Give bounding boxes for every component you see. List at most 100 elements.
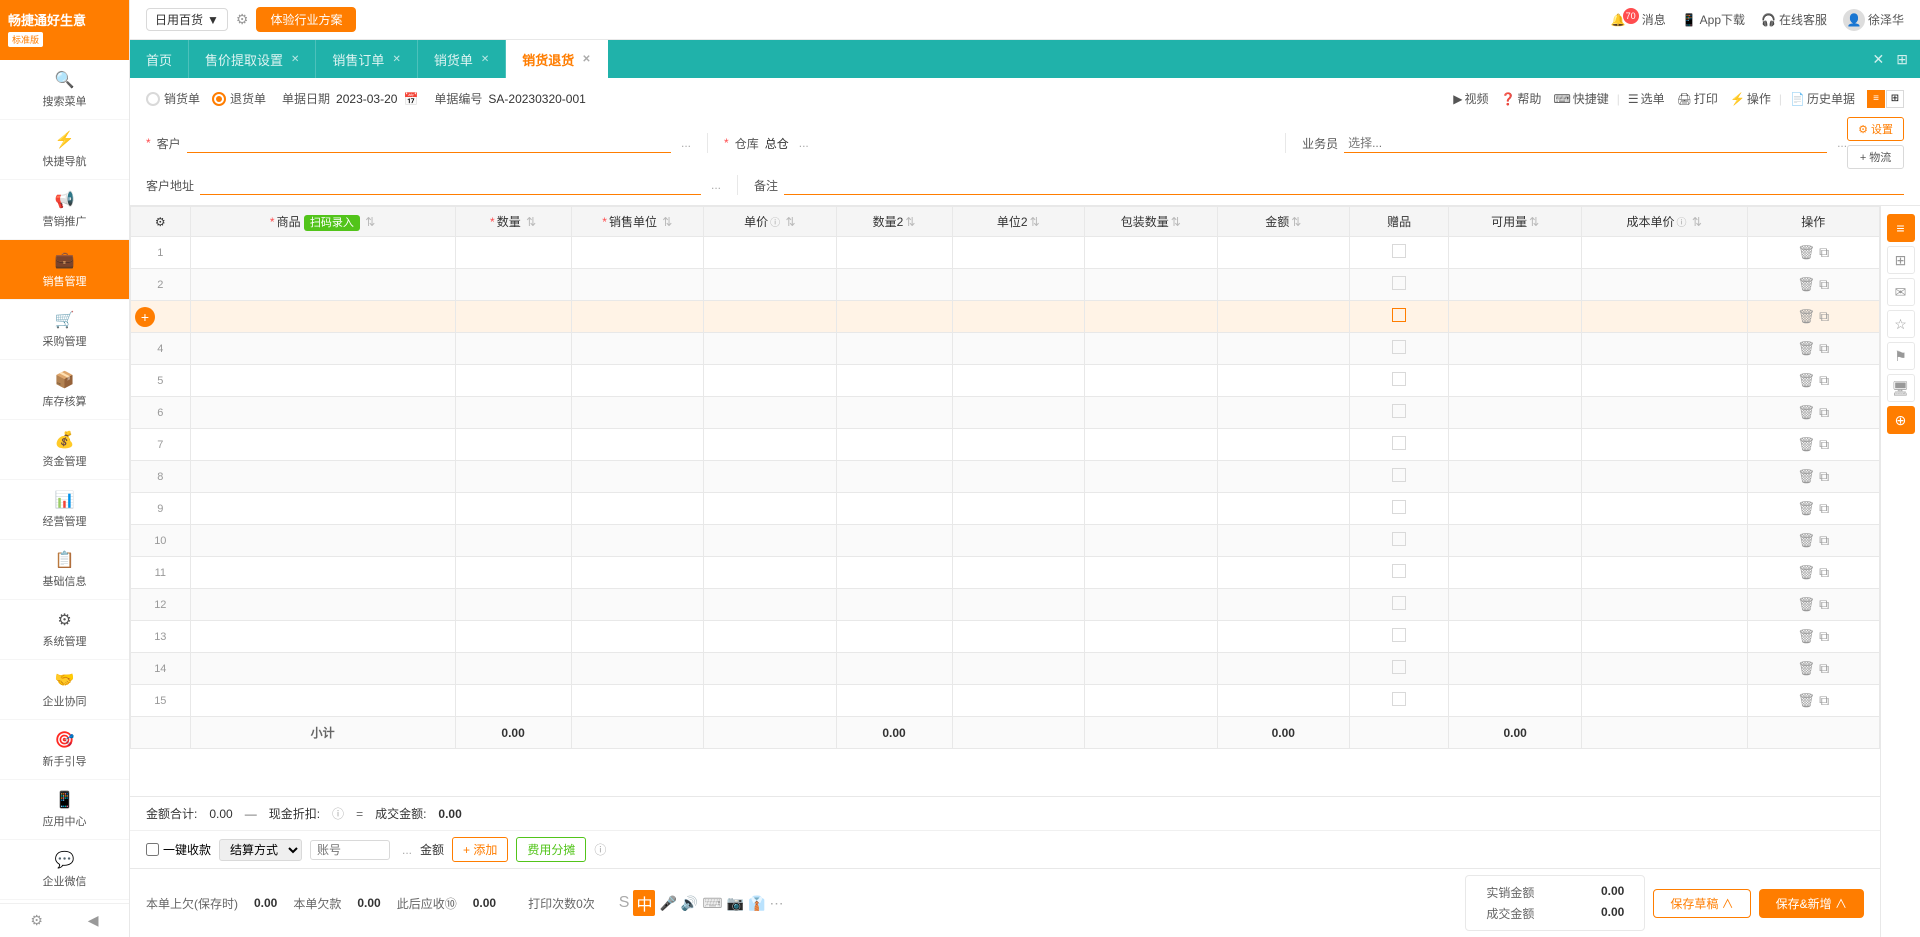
calc-method-select[interactable]: 结算方式 [219, 839, 302, 861]
cost-cell-1[interactable] [1581, 237, 1747, 269]
right-panel-monitor-btn[interactable]: 🖥 [1887, 374, 1915, 402]
delete-icon[interactable]: 🗑 [1797, 500, 1815, 517]
copy-icon[interactable]: ⧉ [1819, 340, 1829, 357]
unit-sort-icon[interactable]: ⇅ [662, 215, 672, 229]
sidebar-item-purchase[interactable]: 🛒 采购管理 [0, 300, 129, 360]
copy-icon[interactable]: ⧉ [1819, 660, 1829, 677]
sidebar-item-inventory[interactable]: 📦 库存核算 [0, 360, 129, 420]
bottom-tool-7[interactable]: 👔 [748, 895, 765, 912]
cost-sort-icon[interactable]: ⇅ [1692, 215, 1702, 229]
sidebar-item-wechat[interactable]: 💬 企业微信 [0, 840, 129, 900]
operate-btn[interactable]: ⚡ 操作 [1726, 88, 1775, 109]
sidebar-collapse-btn[interactable]: ◀ [88, 912, 99, 929]
gift-cell-1[interactable] [1350, 237, 1449, 269]
sidebar-item-enterprise[interactable]: 🤝 企业协同 [0, 660, 129, 720]
delete-icon[interactable]: 🗑 [1797, 468, 1815, 485]
amount-sort-icon[interactable]: ⇅ [1291, 215, 1301, 229]
delete-icon-3[interactable]: 🗑 [1797, 308, 1815, 325]
unit-cell-1[interactable] [571, 237, 704, 269]
sidebar-item-marketing[interactable]: 📢 营销推广 [0, 180, 129, 240]
copy-icon[interactable]: ⧉ [1819, 468, 1829, 485]
cost-cell-2[interactable] [1581, 269, 1747, 301]
grid-view-btn[interactable]: ⊞ [1886, 90, 1904, 108]
staff-input[interactable] [1344, 134, 1827, 153]
gift-cell-2[interactable] [1350, 269, 1449, 301]
help-btn[interactable]: ❓ 帮助 [1496, 88, 1545, 109]
pack-sort-icon[interactable]: ⇅ [1171, 215, 1181, 229]
copy-icon[interactable]: ⧉ [1819, 372, 1829, 389]
sidebar-item-operation[interactable]: 📊 经营管理 [0, 480, 129, 540]
warehouse-dots[interactable]: ... [799, 136, 809, 150]
address-input[interactable] [200, 176, 701, 195]
bottom-tool-4[interactable]: 🔊 [681, 895, 698, 912]
experience-btn[interactable]: 体验行业方案 [256, 7, 356, 32]
tab-expand[interactable]: ⊞ [1892, 49, 1912, 70]
address-dots[interactable]: ... [711, 178, 721, 192]
pack-cell-3[interactable] [1085, 301, 1218, 333]
shortcut-btn[interactable]: ⌨ 快捷键 [1549, 88, 1612, 109]
save-draft-btn[interactable]: 保存草稿 ∧ [1653, 889, 1750, 918]
unit-cell-3[interactable] [571, 301, 704, 333]
form-settings-btn[interactable]: ⚙ 设置 [1847, 117, 1904, 141]
scan-btn[interactable]: 扫码录入 [304, 215, 360, 231]
copy-icon-1[interactable]: ⧉ [1819, 244, 1829, 261]
remark-input[interactable] [784, 176, 1904, 195]
category-select[interactable]: 日用百货 ▼ [146, 8, 228, 31]
user-item[interactable]: 👤 徐泽华 [1843, 9, 1904, 31]
delete-icon[interactable]: 🗑 [1797, 628, 1815, 645]
app-download-item[interactable]: 📱 App下载 [1682, 11, 1745, 28]
right-panel-flag-btn[interactable]: ⚑ [1887, 342, 1915, 370]
sidebar-settings-btn[interactable]: ⚙ [30, 912, 43, 929]
select-btn[interactable]: ☰ 选单 [1624, 88, 1669, 109]
qty2-cell-2[interactable] [836, 269, 952, 301]
onepay-checkbox[interactable] [146, 843, 159, 856]
bottom-tool-1[interactable]: S [619, 894, 630, 912]
sidebar-item-sales[interactable]: 💼 销售管理 [0, 240, 129, 300]
tab-home[interactable]: 首页 [130, 40, 189, 78]
qty2-sort-icon[interactable]: ⇅ [905, 215, 915, 229]
right-panel-star-btn[interactable]: ☆ [1887, 310, 1915, 338]
save-new-btn[interactable]: 保存&新增 ∧ [1759, 889, 1864, 918]
tab-sale-return-close[interactable]: ✕ [582, 54, 590, 65]
sidebar-item-search[interactable]: 🔍 搜索菜单 [0, 60, 129, 120]
avail-sort-icon[interactable]: ⇅ [1529, 215, 1539, 229]
print-btn[interactable]: 🖨 打印 [1673, 88, 1722, 109]
amount-cell-1[interactable] [1217, 237, 1350, 269]
tab-sale-goods[interactable]: 销货单 ✕ [418, 40, 506, 78]
sidebar-item-apps[interactable]: 📱 应用中心 [0, 780, 129, 840]
amount-cell-3[interactable] [1217, 301, 1350, 333]
cost-cell-3[interactable] [1581, 301, 1747, 333]
qty2-cell-3[interactable] [836, 301, 952, 333]
goods-cell-3[interactable] [190, 301, 455, 333]
copy-icon-3[interactable]: ⧉ [1819, 308, 1829, 325]
delete-icon-1[interactable]: 🗑 [1797, 244, 1815, 261]
col-header-settings[interactable]: ⚙ [131, 207, 191, 237]
copy-icon[interactable]: ⧉ [1819, 564, 1829, 581]
avail-cell-1[interactable] [1449, 237, 1582, 269]
price-cell-1[interactable] [704, 237, 837, 269]
sidebar-item-newbie[interactable]: 🎯 新手引导 [0, 720, 129, 780]
customer-input[interactable] [187, 134, 671, 153]
right-panel-orange-btn[interactable]: ⊕ [1887, 406, 1915, 434]
amount-cell-2[interactable] [1217, 269, 1350, 301]
qty-cell-1[interactable] [455, 237, 571, 269]
avail-cell-3[interactable] [1449, 301, 1582, 333]
goods-input-3[interactable] [195, 310, 451, 324]
copy-icon[interactable]: ⧉ [1819, 692, 1829, 709]
radio-return-goods[interactable]: 退货单 [212, 90, 266, 107]
copy-icon[interactable]: ⧉ [1819, 532, 1829, 549]
copy-icon[interactable]: ⧉ [1819, 500, 1829, 517]
bottom-tool-3[interactable]: 🎤 [659, 895, 676, 912]
add-payment-btn[interactable]: + 添加 [452, 837, 508, 862]
radio-sale-goods[interactable]: 销货单 [146, 90, 200, 107]
unit2-sort-icon[interactable]: ⇅ [1030, 215, 1040, 229]
qty2-cell-1[interactable] [836, 237, 952, 269]
list-view-btn[interactable]: ≡ [1867, 90, 1885, 108]
goods-sort-icon[interactable]: ⇅ [365, 215, 375, 229]
unit2-cell-2[interactable] [952, 269, 1085, 301]
price-info-icon[interactable]: ⓘ [770, 218, 780, 229]
onepay-checkbox-label[interactable]: 一键收款 [146, 841, 211, 858]
sidebar-item-basic[interactable]: 📋 基础信息 [0, 540, 129, 600]
tab-sale-goods-close[interactable]: ✕ [481, 54, 489, 65]
delete-icon[interactable]: 🗑 [1797, 692, 1815, 709]
